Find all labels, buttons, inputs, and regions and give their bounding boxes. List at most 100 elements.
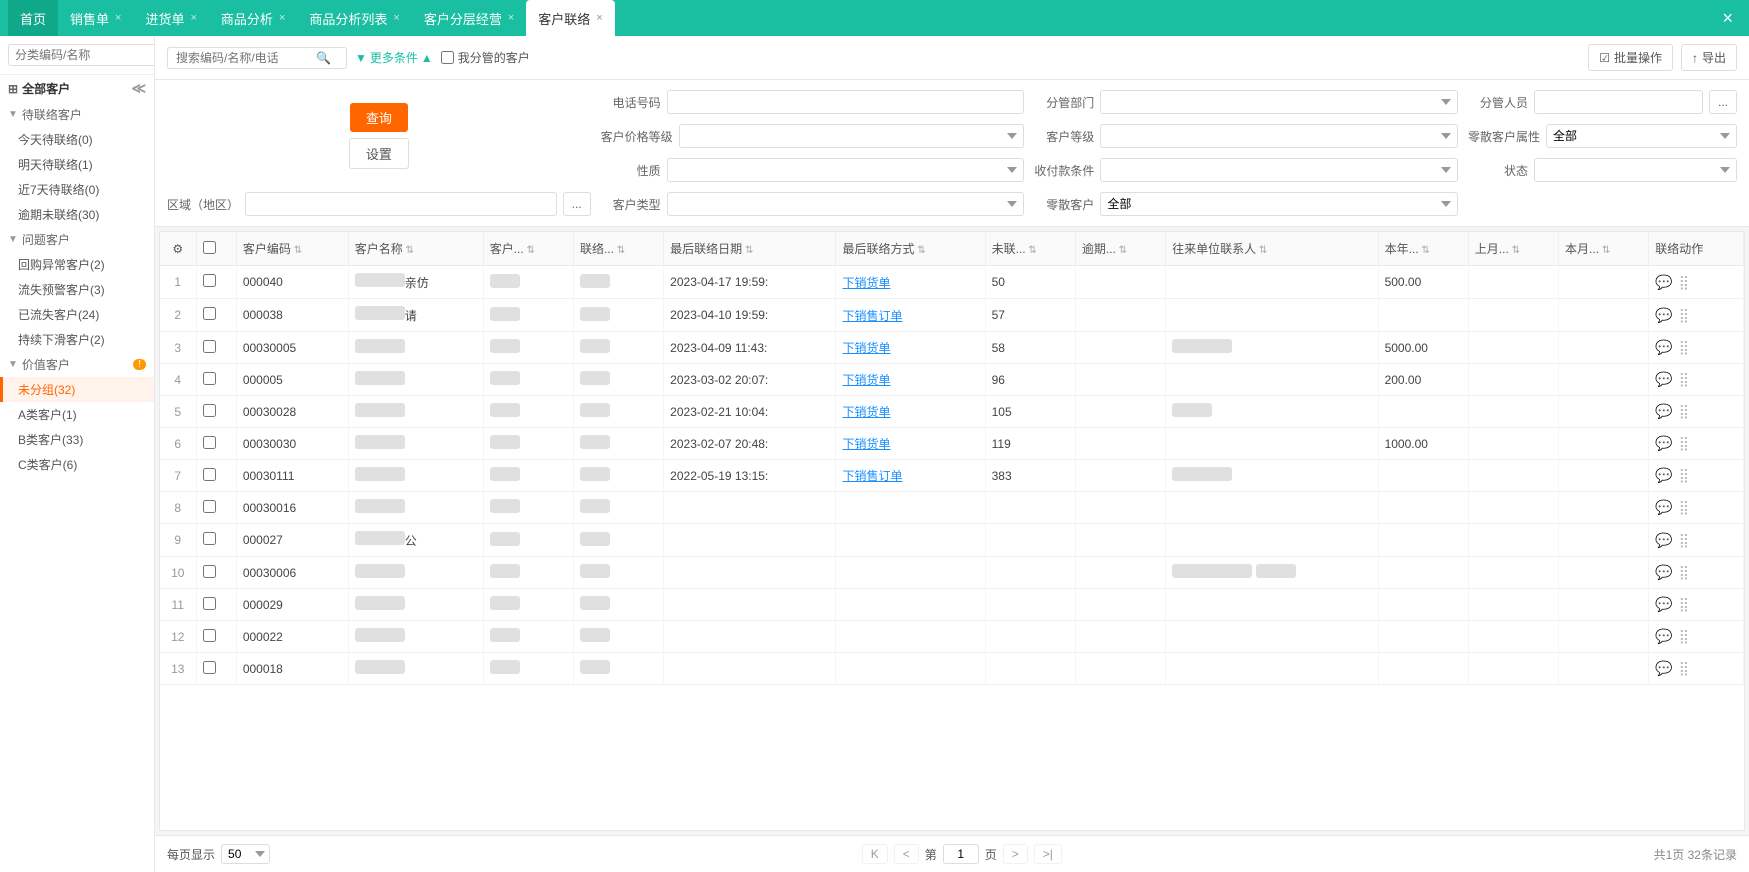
last-page-btn[interactable]: >|	[1034, 844, 1062, 864]
more-action-icon[interactable]: ⣿	[1679, 532, 1689, 549]
th-not-contacted[interactable]: 未联...	[985, 232, 1075, 266]
row-checkbox[interactable]	[203, 468, 216, 481]
th-unit-contact[interactable]: 往来单位联系人	[1166, 232, 1378, 266]
contact-method-link[interactable]: 下销售订单	[842, 309, 902, 323]
th-name[interactable]: 客户名称	[348, 232, 483, 266]
sidebar-group-pending[interactable]: ▼ 待联络客户	[0, 102, 154, 127]
sidebar-all-customers[interactable]: ⊞ 全部客户 ≪	[0, 75, 154, 102]
contact-method-link[interactable]: 下销货单	[842, 276, 890, 290]
prev-page-btn[interactable]: <	[894, 844, 919, 864]
close-product-list-tab[interactable]: ×	[393, 12, 399, 24]
select-all-checkbox[interactable]	[203, 241, 216, 254]
sidebar-group-value[interactable]: ▼ 价值客户 !	[0, 352, 154, 377]
close-purchase-tab[interactable]: ×	[190, 12, 196, 24]
sidebar-item-tomorrow[interactable]: 明天待联络(1)	[0, 152, 154, 177]
sidebar-item-typeB[interactable]: B类客户(33)	[0, 427, 154, 452]
th-last-contact-date[interactable]: 最后联络日期	[664, 232, 836, 266]
more-action-icon[interactable]: ⣿	[1679, 435, 1689, 452]
contact-icon[interactable]: 💬	[1655, 467, 1672, 484]
status-select[interactable]	[1534, 158, 1737, 182]
close-product-analysis-tab[interactable]: ×	[279, 12, 285, 24]
contact-icon[interactable]: 💬	[1655, 307, 1672, 324]
more-action-icon[interactable]: ⣿	[1679, 371, 1689, 388]
close-customer-tier-tab[interactable]: ×	[508, 12, 514, 24]
contact-icon[interactable]: 💬	[1655, 596, 1672, 613]
payment-select[interactable]	[1100, 158, 1458, 182]
sidebar-item-abnormal[interactable]: 回购异常客户(2)	[0, 252, 154, 277]
row-checkbox[interactable]	[203, 565, 216, 578]
filter-search-icon[interactable]: 🔍	[316, 51, 331, 65]
th-overdue[interactable]: 逾期...	[1075, 232, 1165, 266]
row-checkbox[interactable]	[203, 629, 216, 642]
row-checkbox[interactable]	[203, 404, 216, 417]
row-checkbox[interactable]	[203, 436, 216, 449]
more-action-icon[interactable]: ⣿	[1679, 499, 1689, 516]
more-action-icon[interactable]: ⣿	[1679, 467, 1689, 484]
contact-method-link[interactable]: 下销货单	[842, 373, 890, 387]
tab-product-list[interactable]: 商品分析列表 ×	[297, 0, 411, 36]
sidebar-group-problem[interactable]: ▼ 问题客户	[0, 227, 154, 252]
customer-type-select[interactable]	[667, 192, 1025, 216]
export-button[interactable]: ↑ 导出	[1681, 44, 1737, 71]
more-action-icon[interactable]: ⣿	[1679, 628, 1689, 645]
row-checkbox[interactable]	[203, 372, 216, 385]
contact-icon[interactable]: 💬	[1655, 371, 1672, 388]
row-checkbox[interactable]	[203, 500, 216, 513]
th-checkbox[interactable]	[196, 232, 236, 266]
sidebar-item-ungroup[interactable]: 未分组(32)	[0, 377, 154, 402]
price-level-select[interactable]	[679, 124, 1025, 148]
more-action-icon[interactable]: ⣿	[1679, 339, 1689, 356]
close-all-tabs[interactable]: ×	[1714, 8, 1741, 29]
sidebar-item-week7[interactable]: 近7天待联络(0)	[0, 177, 154, 202]
customer-level-select[interactable]	[1100, 124, 1458, 148]
batch-op-button[interactable]: ☑ 批量操作	[1588, 44, 1673, 71]
per-page-select[interactable]: 20 50 100	[221, 844, 270, 864]
more-action-icon[interactable]: ⣿	[1679, 564, 1689, 581]
sidebar-item-typeC[interactable]: C类客户(6)	[0, 452, 154, 477]
contact-icon[interactable]: 💬	[1655, 339, 1672, 356]
my-customers-checkbox[interactable]	[441, 51, 454, 64]
contact-icon[interactable]: 💬	[1655, 274, 1672, 291]
next-page-btn[interactable]: >	[1003, 844, 1028, 864]
th-last-month[interactable]: 上月...	[1468, 232, 1558, 266]
row-checkbox[interactable]	[203, 661, 216, 674]
row-checkbox[interactable]	[203, 340, 216, 353]
region-input[interactable]	[245, 192, 557, 216]
row-checkbox[interactable]	[203, 307, 216, 320]
query-button[interactable]: 查询	[350, 103, 408, 132]
tab-customer-contact[interactable]: 客户联络 ×	[526, 0, 614, 36]
th-type[interactable]: 客户...	[483, 232, 573, 266]
contact-method-link[interactable]: 下销售订单	[842, 469, 902, 483]
contact-icon[interactable]: 💬	[1655, 660, 1672, 677]
close-sales-tab[interactable]: ×	[115, 12, 121, 24]
reset-button[interactable]: 设置	[349, 138, 409, 169]
person-more-btn[interactable]: ...	[1709, 90, 1737, 114]
more-action-icon[interactable]: ⣿	[1679, 596, 1689, 613]
sidebar-item-churn-warn[interactable]: 流失预警客户(3)	[0, 277, 154, 302]
th-code[interactable]: 客户编码	[236, 232, 348, 266]
contact-method-link[interactable]: 下销货单	[842, 405, 890, 419]
contact-icon[interactable]: 💬	[1655, 532, 1672, 549]
more-action-icon[interactable]: ⣿	[1679, 660, 1689, 677]
tab-product-analysis[interactable]: 商品分析 ×	[209, 0, 297, 36]
person-input[interactable]	[1534, 90, 1703, 114]
th-settings[interactable]: ⚙	[160, 232, 196, 266]
contact-method-link[interactable]: 下销货单	[842, 437, 890, 451]
dept-select[interactable]	[1100, 90, 1458, 114]
tab-sales[interactable]: 销售单 ×	[58, 0, 133, 36]
more-action-icon[interactable]: ⣿	[1679, 307, 1689, 324]
close-customer-contact-tab[interactable]: ×	[596, 12, 602, 24]
contact-method-link[interactable]: 下销货单	[842, 341, 890, 355]
contact-icon[interactable]: 💬	[1655, 499, 1672, 516]
th-contact[interactable]: 联络...	[573, 232, 663, 266]
th-this-year[interactable]: 本年...	[1378, 232, 1468, 266]
more-action-icon[interactable]: ⣿	[1679, 274, 1689, 291]
retail-customer-select[interactable]: 全部	[1100, 192, 1458, 216]
sidebar-item-typeA[interactable]: A类客户(1)	[0, 402, 154, 427]
retail-attr-select[interactable]: 全部	[1546, 124, 1737, 148]
tab-home[interactable]: 首页	[8, 0, 58, 36]
sidebar-search-input[interactable]	[8, 44, 155, 66]
sidebar-item-declining[interactable]: 持续下滑客户(2)	[0, 327, 154, 352]
phone-input[interactable]	[667, 90, 1025, 114]
region-more-btn[interactable]: ...	[563, 192, 591, 216]
